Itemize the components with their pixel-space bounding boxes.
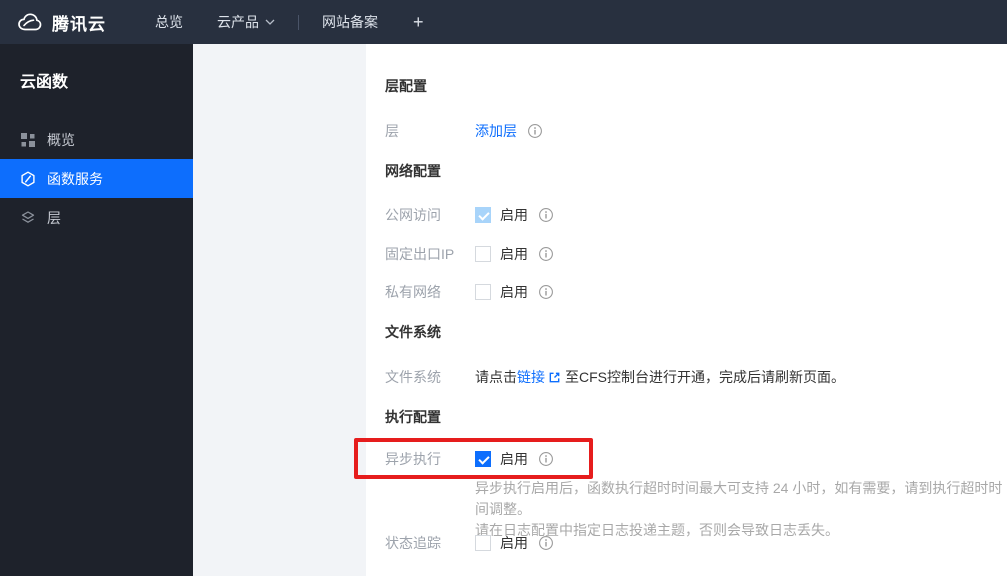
enable-label: 启用: [500, 535, 528, 551]
public-network-label: 公网访问: [385, 207, 441, 223]
fixed-ip-row: 固定出口IP 启用: [385, 244, 554, 264]
sidebar-title: 云函数: [20, 74, 69, 91]
layer-row: 层 添加层: [385, 121, 543, 141]
info-icon[interactable]: [538, 451, 554, 467]
async-execution-label: 异步执行: [385, 451, 441, 467]
sidebar-item-function-service[interactable]: 函数服务: [0, 159, 193, 198]
nav-overview[interactable]: 总览: [138, 0, 200, 44]
sidebar-item-label: 层: [47, 209, 61, 226]
section-title-file-system: 文件系统: [385, 324, 441, 340]
file-system-label: 文件系统: [385, 369, 441, 385]
status-trace-checkbox[interactable]: [475, 535, 491, 551]
cloud-logo-icon: [16, 12, 43, 32]
nav-divider: [298, 14, 299, 30]
sidebar: 云函数 概览 函数服务 层: [0, 44, 193, 576]
public-network-checkbox[interactable]: [475, 207, 491, 223]
add-nav-tab-button[interactable]: +: [395, 0, 442, 44]
external-link-icon: [548, 371, 561, 384]
grid-icon: [20, 132, 36, 148]
enable-label: 启用: [500, 451, 528, 467]
nav-cloud-products[interactable]: 云产品: [200, 0, 292, 44]
private-network-row: 私有网络 启用: [385, 282, 554, 302]
fixed-ip-label: 固定出口IP: [385, 246, 455, 262]
enable-label: 启用: [500, 207, 528, 223]
section-title-layer-config: 层配置: [385, 78, 427, 94]
sidebar-item-label: 函数服务: [47, 170, 103, 187]
collapsed-panel-gutter: [193, 44, 366, 576]
file-system-row: 文件系统 请点击 链接 至CFS控制台进行开通，完成后请刷新页面。: [385, 367, 845, 387]
info-icon[interactable]: [538, 246, 554, 262]
public-network-row: 公网访问 启用: [385, 205, 554, 225]
private-network-checkbox[interactable]: [475, 284, 491, 300]
section-title-execution-config: 执行配置: [385, 409, 441, 425]
function-icon: [20, 171, 36, 187]
nav-website-filing[interactable]: 网站备案: [305, 0, 395, 44]
info-icon[interactable]: [538, 535, 554, 551]
nav-website-filing-label: 网站备案: [322, 14, 378, 30]
file-system-text-after: 至CFS控制台进行开通，完成后请刷新页面。: [565, 369, 845, 385]
info-icon[interactable]: [538, 284, 554, 300]
config-content: 层配置 层 添加层 网络配置 公网访问 启用 固定出口IP 启用 私有网络 启用…: [366, 44, 1007, 576]
sidebar-item-layers[interactable]: 层: [0, 198, 193, 237]
status-trace-row: 状态追踪 启用: [385, 533, 554, 553]
async-note-line2: 请在日志配置中指定日志投递主题，否则会导致日志丢失。: [475, 522, 839, 538]
top-navigation: 总览 云产品 网站备案 +: [138, 0, 442, 44]
cfs-console-link[interactable]: 链接: [517, 367, 545, 387]
async-execution-note: 异步执行启用后，函数执行超时时间最大可支持 24 小时，如有需要，请到执行超时时…: [475, 478, 1003, 541]
section-title-network-config: 网络配置: [385, 163, 441, 179]
tencent-cloud-logo[interactable]: 腾讯云: [16, 10, 106, 35]
layers-icon: [20, 210, 36, 226]
add-layer-link[interactable]: 添加层: [475, 121, 517, 141]
sidebar-item-label: 概览: [47, 131, 75, 148]
file-system-text-before: 请点击: [475, 369, 517, 385]
nav-cloud-products-label: 云产品: [217, 14, 259, 30]
async-execution-checkbox[interactable]: [475, 451, 491, 467]
brand-name: 腾讯云: [52, 14, 106, 34]
info-icon[interactable]: [538, 207, 554, 223]
status-trace-label: 状态追踪: [385, 535, 441, 551]
enable-label: 启用: [500, 246, 528, 262]
fixed-ip-checkbox[interactable]: [475, 246, 491, 262]
info-icon[interactable]: [527, 123, 543, 139]
sidebar-item-overview[interactable]: 概览: [0, 120, 193, 159]
async-note-line1: 异步执行启用后，函数执行超时时间最大可支持 24 小时，如有需要，请到执行超时时…: [475, 480, 1003, 517]
enable-label: 启用: [500, 284, 528, 300]
private-network-label: 私有网络: [385, 284, 441, 300]
chevron-down-icon: [265, 19, 275, 25]
layer-label: 层: [385, 123, 399, 139]
async-execution-row: 异步执行 启用: [385, 449, 554, 469]
topbar: 腾讯云 总览 云产品 网站备案 +: [0, 0, 1007, 44]
nav-overview-label: 总览: [155, 14, 183, 30]
